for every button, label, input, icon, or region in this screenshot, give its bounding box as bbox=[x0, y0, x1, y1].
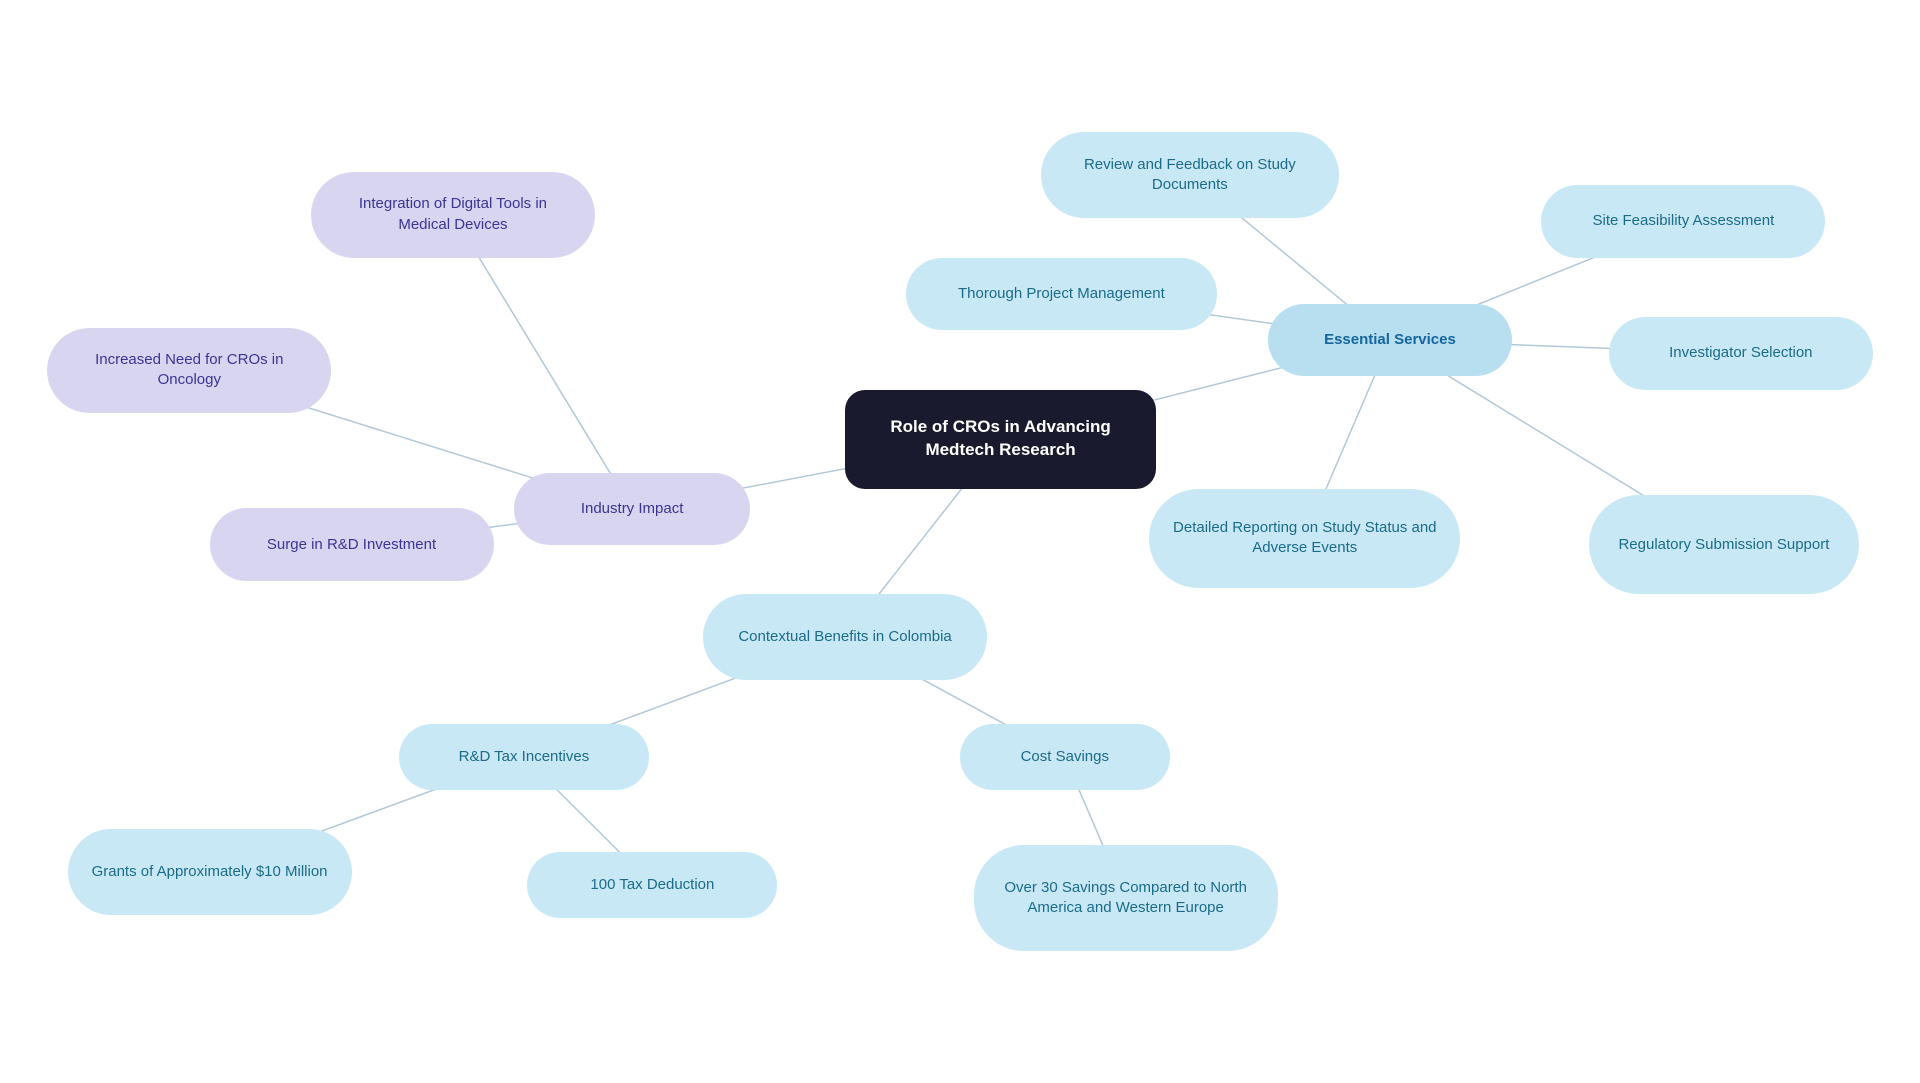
node-site_feasibility: Site Feasibility Assessment bbox=[1541, 185, 1825, 258]
node-investigator_sel: Investigator Selection bbox=[1609, 317, 1873, 390]
node-label-thorough_pm: Thorough Project Management bbox=[958, 284, 1165, 304]
node-integration_digital: Integration of Digital Tools in Medical … bbox=[311, 172, 595, 258]
node-label-investigator_sel: Investigator Selection bbox=[1669, 343, 1812, 363]
node-label-over30_savings: Over 30 Savings Compared to North Americ… bbox=[996, 878, 1256, 919]
node-thorough_pm: Thorough Project Management bbox=[906, 258, 1217, 331]
node-increased_need: Increased Need for CROs in Oncology bbox=[47, 328, 331, 414]
node-surge_rd: Surge in R&D Investment bbox=[210, 508, 494, 581]
node-label-surge_rd: Surge in R&D Investment bbox=[267, 535, 436, 555]
node-grants: Grants of Approximately $10 Million bbox=[68, 829, 352, 915]
node-label-rd_tax: R&D Tax Incentives bbox=[459, 747, 590, 767]
node-label-center: Role of CROs in Advancing Medtech Resear… bbox=[867, 416, 1134, 462]
node-detailed_reporting: Detailed Reporting on Study Status and A… bbox=[1149, 489, 1460, 588]
node-label-site_feasibility: Site Feasibility Assessment bbox=[1593, 211, 1775, 231]
mindmap-container: Role of CROs in Advancing Medtech Resear… bbox=[0, 0, 1920, 1083]
node-label-review_feedback: Review and Feedback on Study Documents bbox=[1063, 155, 1316, 196]
node-center: Role of CROs in Advancing Medtech Resear… bbox=[845, 390, 1156, 489]
node-label-cost_savings: Cost Savings bbox=[1021, 747, 1109, 767]
node-tax_deduction: 100 Tax Deduction bbox=[527, 852, 777, 918]
node-industry_impact: Industry Impact bbox=[514, 473, 751, 546]
node-label-regulatory_sub: Regulatory Submission Support bbox=[1618, 535, 1829, 555]
node-contextual_benefits: Contextual Benefits in Colombia bbox=[703, 594, 987, 680]
node-review_feedback: Review and Feedback on Study Documents bbox=[1041, 132, 1338, 218]
node-cost_savings: Cost Savings bbox=[960, 724, 1170, 790]
node-label-increased_need: Increased Need for CROs in Oncology bbox=[69, 350, 309, 391]
node-regulatory_sub: Regulatory Submission Support bbox=[1589, 495, 1859, 594]
node-label-integration_digital: Integration of Digital Tools in Medical … bbox=[333, 194, 573, 235]
node-label-essential_services: Essential Services bbox=[1324, 330, 1456, 350]
node-label-detailed_reporting: Detailed Reporting on Study Status and A… bbox=[1171, 518, 1438, 559]
node-label-contextual_benefits: Contextual Benefits in Colombia bbox=[738, 627, 951, 647]
node-label-tax_deduction: 100 Tax Deduction bbox=[590, 875, 714, 895]
node-rd_tax: R&D Tax Incentives bbox=[399, 724, 649, 790]
node-label-industry_impact: Industry Impact bbox=[581, 499, 684, 519]
node-over30_savings: Over 30 Savings Compared to North Americ… bbox=[974, 845, 1278, 951]
node-essential_services: Essential Services bbox=[1268, 304, 1511, 377]
node-label-grants: Grants of Approximately $10 Million bbox=[92, 862, 328, 882]
